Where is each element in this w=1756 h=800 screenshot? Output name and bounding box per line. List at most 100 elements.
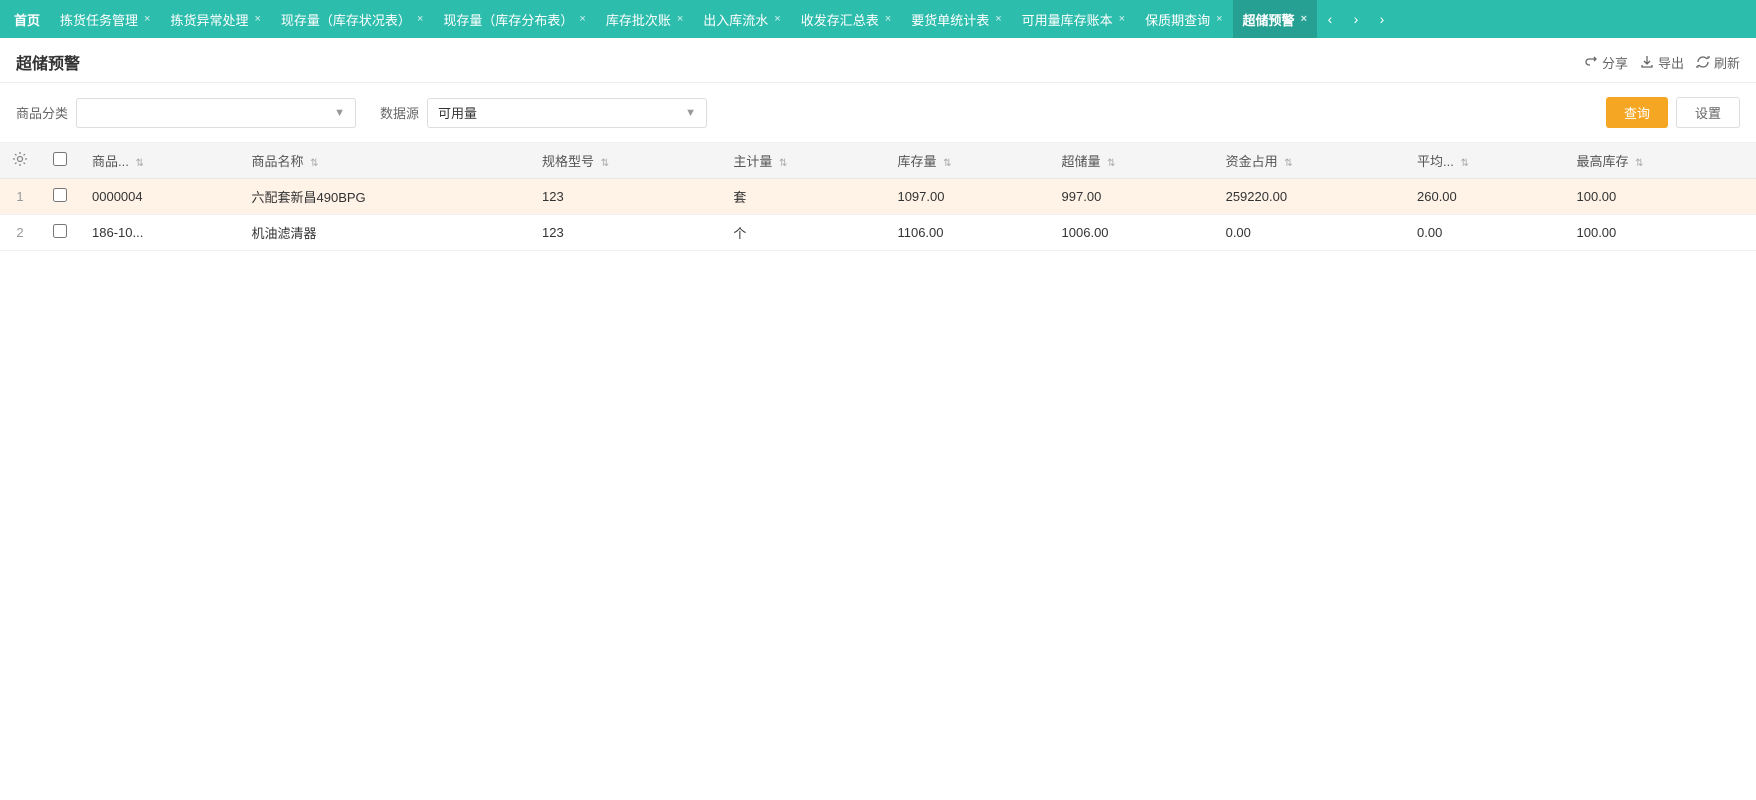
row-checkbox-cell[interactable] xyxy=(40,215,80,251)
tab-label-10: 超储预警 xyxy=(1243,10,1295,29)
nav-more-arrow[interactable]: › xyxy=(1369,0,1395,38)
col-avg[interactable]: 平均... ⇅ xyxy=(1405,143,1565,179)
row-checkbox-cell[interactable] xyxy=(40,179,80,215)
nav-tab-6[interactable]: 收发存汇总表 × xyxy=(791,0,901,38)
nav-tab-5[interactable]: 出入库流水 × xyxy=(693,0,790,38)
tab-label-7: 要货单统计表 xyxy=(911,10,989,29)
setting-button[interactable]: 设置 xyxy=(1676,97,1740,128)
header-actions: 分享 导出 刷新 xyxy=(1584,53,1740,72)
nav-tab-10[interactable]: 超储预警 × xyxy=(1233,0,1317,38)
close-icon-8[interactable]: × xyxy=(1119,13,1125,25)
nav-tab-4[interactable]: 库存批次账 × xyxy=(596,0,693,38)
page-header: 超储预警 分享 导出 刷新 xyxy=(0,38,1756,83)
top-navigation: 首页 拣货任务管理 × 拣货异常处理 × 现存量（库存状况表） × 现存量（库存… xyxy=(0,0,1756,38)
data-source-value: 可用量 xyxy=(438,103,477,122)
tab-label-6: 收发存汇总表 xyxy=(801,10,879,29)
col-max-stock[interactable]: 最高库存 ⇅ xyxy=(1565,143,1756,179)
product-category-filter: 商品分类 ▼ xyxy=(16,98,356,128)
table-wrapper: 商品... ⇅ 商品名称 ⇅ 规格型号 ⇅ 主计量 ⇅ xyxy=(0,143,1756,251)
close-icon-4[interactable]: × xyxy=(677,13,683,25)
close-icon-5[interactable]: × xyxy=(774,13,780,25)
nav-tab-0[interactable]: 拣货任务管理 × xyxy=(50,0,160,38)
table-row: 2 186-10... 机油滤清器 123 个 1106.00 1006.00 … xyxy=(0,215,1756,251)
col-unit[interactable]: 主计量 ⇅ xyxy=(721,143,885,179)
cell-unit: 个 xyxy=(721,215,885,251)
data-source-label: 数据源 xyxy=(380,103,419,122)
cell-overstock: 997.00 xyxy=(1050,179,1214,215)
tab-label-0: 拣货任务管理 xyxy=(60,10,138,29)
col-stock[interactable]: 库存量 ⇅ xyxy=(885,143,1049,179)
gear-settings-col[interactable] xyxy=(0,143,40,179)
nav-tab-9[interactable]: 保质期查询 × xyxy=(1135,0,1232,38)
product-category-select[interactable]: ▼ xyxy=(76,98,356,128)
export-icon xyxy=(1640,55,1654,69)
tab-label-2: 现存量（库存状况表） xyxy=(281,10,411,29)
data-source-chevron-icon: ▼ xyxy=(685,107,696,119)
table-row: 1 0000004 六配套新昌490BPG 123 套 1097.00 997.… xyxy=(0,179,1756,215)
cell-capital: 259220.00 xyxy=(1214,179,1405,215)
filter-area: 商品分类 ▼ 数据源 可用量 ▼ 查询 设置 xyxy=(0,83,1756,143)
table-header-row: 商品... ⇅ 商品名称 ⇅ 规格型号 ⇅ 主计量 ⇅ xyxy=(0,143,1756,179)
close-icon-10[interactable]: × xyxy=(1301,13,1307,25)
col-overstock[interactable]: 超储量 ⇅ xyxy=(1050,143,1214,179)
cell-product-code: 186-10... xyxy=(80,215,240,251)
query-button[interactable]: 查询 xyxy=(1606,97,1668,128)
close-icon-3[interactable]: × xyxy=(579,13,585,25)
tab-label-5: 出入库流水 xyxy=(703,10,768,29)
close-icon-6[interactable]: × xyxy=(885,13,891,25)
export-button[interactable]: 导出 xyxy=(1640,53,1684,72)
close-icon-2[interactable]: × xyxy=(417,13,423,25)
nav-tab-3[interactable]: 现存量（库存分布表） × xyxy=(433,0,595,38)
refresh-icon xyxy=(1696,55,1710,69)
data-source-filter: 数据源 可用量 ▼ xyxy=(380,98,707,128)
cell-avg: 0.00 xyxy=(1405,215,1565,251)
sort-icon-product-name: ⇅ xyxy=(310,158,318,169)
filter-buttons: 查询 设置 xyxy=(1606,97,1740,128)
col-capital[interactable]: 资金占用 ⇅ xyxy=(1214,143,1405,179)
tab-label-3: 现存量（库存分布表） xyxy=(443,10,573,29)
col-spec[interactable]: 规格型号 ⇅ xyxy=(530,143,721,179)
cell-product-name: 机油滤清器 xyxy=(240,215,531,251)
cell-max-stock: 100.00 xyxy=(1565,179,1756,215)
cell-overstock: 1006.00 xyxy=(1050,215,1214,251)
select-all-checkbox[interactable] xyxy=(53,152,67,166)
row-checkbox[interactable] xyxy=(53,188,67,202)
cell-avg: 260.00 xyxy=(1405,179,1565,215)
page-content: 超储预警 分享 导出 刷新 商品 xyxy=(0,38,1756,800)
cell-product-code: 0000004 xyxy=(80,179,240,215)
nav-tab-home[interactable]: 首页 xyxy=(4,0,50,38)
nav-prev-arrow[interactable]: ‹ xyxy=(1317,0,1343,38)
page-title: 超储预警 xyxy=(16,50,80,74)
cell-capital: 0.00 xyxy=(1214,215,1405,251)
row-checkbox[interactable] xyxy=(53,224,67,238)
cell-unit: 套 xyxy=(721,179,885,215)
share-button[interactable]: 分享 xyxy=(1584,53,1628,72)
row-number: 2 xyxy=(0,215,40,251)
close-icon-7[interactable]: × xyxy=(995,13,1001,25)
nav-tab-1[interactable]: 拣货异常处理 × xyxy=(160,0,270,38)
col-product-code[interactable]: 商品... ⇅ xyxy=(80,143,240,179)
row-number: 1 xyxy=(0,179,40,215)
nav-tab-7[interactable]: 要货单统计表 × xyxy=(901,0,1011,38)
tab-label-1: 拣货异常处理 xyxy=(170,10,248,29)
close-icon-9[interactable]: × xyxy=(1216,13,1222,25)
share-icon xyxy=(1584,55,1598,69)
select-all-col[interactable] xyxy=(40,143,80,179)
tab-label-4: 库存批次账 xyxy=(606,10,671,29)
sort-icon-avg: ⇅ xyxy=(1460,158,1468,169)
product-category-label: 商品分类 xyxy=(16,103,68,122)
nav-tab-8[interactable]: 可用量库存账本 × xyxy=(1012,0,1135,38)
nav-tab-2[interactable]: 现存量（库存状况表） × xyxy=(271,0,433,38)
sort-icon-stock: ⇅ xyxy=(943,158,951,169)
home-label: 首页 xyxy=(14,10,40,29)
close-icon-0[interactable]: × xyxy=(144,13,150,25)
cell-spec: 123 xyxy=(530,215,721,251)
nav-next-arrow[interactable]: › xyxy=(1343,0,1369,38)
refresh-button[interactable]: 刷新 xyxy=(1696,53,1740,72)
data-source-select[interactable]: 可用量 ▼ xyxy=(427,98,707,128)
col-product-name[interactable]: 商品名称 ⇅ xyxy=(240,143,531,179)
main-table: 商品... ⇅ 商品名称 ⇅ 规格型号 ⇅ 主计量 ⇅ xyxy=(0,143,1756,251)
cell-spec: 123 xyxy=(530,179,721,215)
close-icon-1[interactable]: × xyxy=(254,13,260,25)
sort-icon-spec: ⇅ xyxy=(601,158,609,169)
